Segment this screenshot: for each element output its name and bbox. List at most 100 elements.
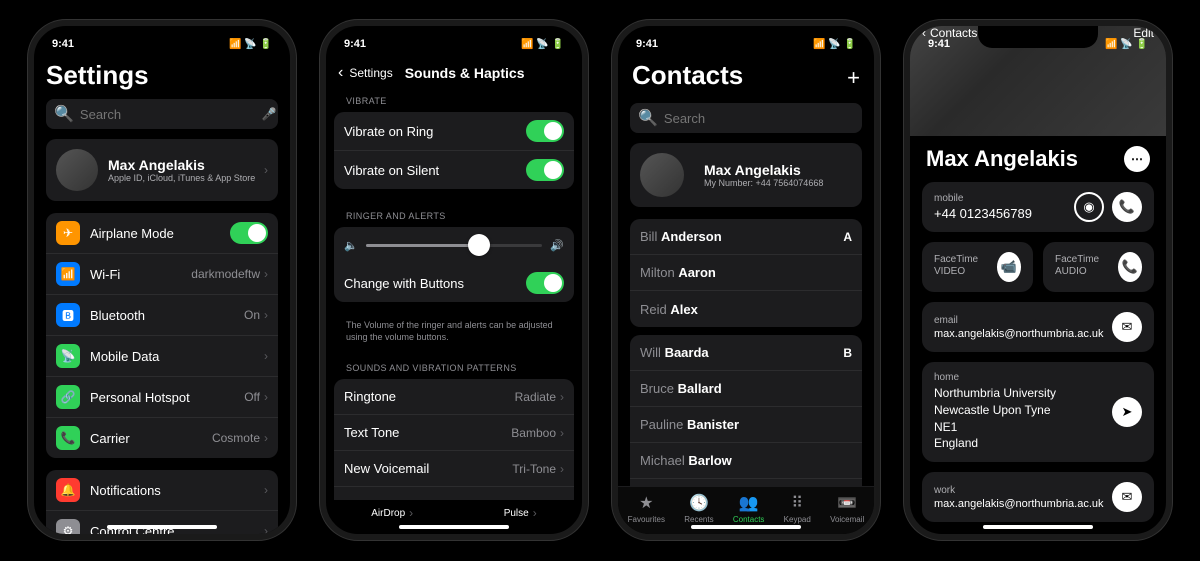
row-label: Mobile Data <box>90 349 264 364</box>
contact-row[interactable]: Michael Barlow <box>630 443 862 479</box>
settings-row[interactable]: 🔔 Notifications › <box>46 470 278 511</box>
tab-keypad[interactable]: ⠿Keypad <box>784 493 811 524</box>
my-card[interactable]: Max Angelakis My Number: +44 7564074668 <box>630 143 862 207</box>
avatar <box>640 153 684 197</box>
navigate-icon[interactable]: ➤ <box>1112 397 1142 427</box>
settings-row[interactable]: New Voicemail Tri-Tone › <box>334 451 574 487</box>
addr-2: NE1 <box>934 419 1112 436</box>
contact-name: Michael Barlow <box>640 453 852 468</box>
row-icon: 📞 <box>56 426 80 450</box>
search-input[interactable] <box>664 111 854 126</box>
search-field[interactable]: 🔍 <box>630 103 862 133</box>
contact-row[interactable]: Will BaardaB <box>630 335 862 371</box>
back-icon[interactable]: ‹ <box>338 64 343 82</box>
contact-row[interactable]: Milton Aaron <box>630 255 862 291</box>
mobile-card[interactable]: mobile +44 0123456789 ◉ 📞 <box>922 182 1154 232</box>
home-card[interactable]: home Northumbria University Newcastle Up… <box>922 362 1154 462</box>
mail-icon[interactable]: ✉ <box>1112 312 1142 342</box>
settings-row[interactable]: ⚙ Control Centre › <box>46 511 278 534</box>
contact-name: Reid Alex <box>640 302 852 317</box>
settings-row[interactable]: ✈ Airplane Mode <box>46 213 278 254</box>
settings-row[interactable]: Text Tone Bamboo › <box>334 415 574 451</box>
volume-slider-row[interactable]: 🔈 🔊 <box>334 227 574 264</box>
facetime-audio-card[interactable]: FaceTime AUDIO 📞 <box>1043 242 1154 292</box>
settings-row[interactable]: Vibrate on Ring <box>334 112 574 151</box>
video-icon[interactable]: 📹 <box>997 252 1021 282</box>
call-icon[interactable]: 📞 <box>1112 192 1142 222</box>
status-indicators: 📶 📡 🔋 <box>1105 39 1148 50</box>
mail-icon[interactable]: ✉ <box>1112 482 1142 512</box>
page-title: Contacts <box>632 60 743 91</box>
addr-1: Newcastle Upon Tyne <box>934 402 1112 419</box>
back-label[interactable]: Settings <box>349 66 392 80</box>
settings-row[interactable]: 🔗 Personal Hotspot Off › <box>46 377 278 418</box>
airdrop-shortcut[interactable]: AirDrop › <box>371 506 413 520</box>
phone-contacts: 9:41 📶 📡 🔋 Contacts + 🔍 Max Angelakis My… <box>612 20 880 540</box>
pulse-shortcut[interactable]: Pulse › <box>504 506 537 520</box>
search-field[interactable]: 🔍 🎤 <box>46 99 278 129</box>
status-time: 9:41 <box>928 38 950 50</box>
chevron-right-icon: › <box>560 462 564 476</box>
volume-slider[interactable] <box>366 244 543 247</box>
home-indicator[interactable] <box>983 525 1093 529</box>
contact-row[interactable]: Pauline Banister <box>630 407 862 443</box>
tab-icon: 👥 <box>739 493 759 513</box>
row-label: Bluetooth <box>90 308 244 323</box>
tab-favourites[interactable]: ★Favourites <box>628 493 665 524</box>
settings-row[interactable]: 📶 Wi-Fi darkmodeftw › <box>46 254 278 295</box>
row-value: Tweet <box>524 498 556 500</box>
toggle[interactable] <box>526 120 564 142</box>
row-label: Personal Hotspot <box>90 390 244 405</box>
toggle[interactable] <box>230 222 268 244</box>
row-label: Text Tone <box>344 425 511 440</box>
search-input[interactable] <box>80 107 256 122</box>
notch <box>686 26 806 48</box>
profile-row[interactable]: Max Angelakis Apple ID, iCloud, iTunes &… <box>46 139 278 201</box>
status-indicators: 📶 📡 🔋 <box>813 39 856 50</box>
settings-row[interactable]: 🅱 Bluetooth On › <box>46 295 278 336</box>
page-title: Settings <box>46 60 278 91</box>
add-contact-button[interactable]: + <box>847 65 860 91</box>
mic-icon[interactable]: 🎤 <box>262 107 277 121</box>
mobile-label: mobile <box>934 193 1032 204</box>
home-indicator[interactable] <box>107 525 217 529</box>
contact-name: Bruce Ballard <box>640 381 852 396</box>
settings-row[interactable]: Tweet Tweet › <box>334 487 574 500</box>
contact-row[interactable]: Alex Bartley <box>630 479 862 486</box>
call-icon[interactable]: 📞 <box>1118 252 1142 282</box>
work-card[interactable]: work max.angelakis@northumbria.ac.uk ✉ <box>922 472 1154 522</box>
home-indicator[interactable] <box>399 525 509 529</box>
settings-row[interactable]: Ringtone Radiate › <box>334 379 574 415</box>
settings-row[interactable]: Change with Buttons <box>334 264 574 302</box>
contact-row[interactable]: Reid Alex <box>630 291 862 327</box>
tab-contacts[interactable]: 👥Contacts <box>733 493 765 524</box>
nav-title: Sounds & Haptics <box>405 65 525 81</box>
my-name: Max Angelakis <box>704 162 823 178</box>
tab-voicemail[interactable]: 📼Voicemail <box>830 493 864 524</box>
email-card[interactable]: email max.angelakis@northumbria.ac.uk ✉ <box>922 302 1154 352</box>
status-time: 9:41 <box>52 38 74 50</box>
settings-row[interactable]: Vibrate on Silent <box>334 151 574 189</box>
contact-name: Max Angelakis <box>926 146 1078 172</box>
tab-icon: 📼 <box>837 493 857 513</box>
contact-row[interactable]: Bill AndersonA <box>630 219 862 255</box>
chevron-right-icon: › <box>560 498 564 500</box>
settings-row[interactable]: 📞 Carrier Cosmote › <box>46 418 278 458</box>
chevron-right-icon: › <box>264 349 268 363</box>
toggle[interactable] <box>526 159 564 181</box>
message-icon[interactable]: ◉ <box>1074 192 1104 222</box>
facetime-video-card[interactable]: FaceTime VIDEO 📹 <box>922 242 1033 292</box>
ft-audio-label: FaceTime AUDIO <box>1055 254 1118 278</box>
settings-row[interactable]: 📡 Mobile Data › <box>46 336 278 377</box>
row-value: Off <box>244 390 260 404</box>
more-button[interactable]: ⋯ <box>1124 146 1150 172</box>
tab-recents[interactable]: 🕓Recents <box>684 493 713 524</box>
toggle[interactable] <box>526 272 564 294</box>
row-label: Airplane Mode <box>90 226 230 241</box>
work-label: work <box>934 485 1104 496</box>
tab-icon: ⠿ <box>791 493 803 513</box>
row-icon: ⚙ <box>56 519 80 534</box>
contact-row[interactable]: Bruce Ballard <box>630 371 862 407</box>
group-header: VIBRATE <box>334 86 574 112</box>
home-indicator[interactable] <box>691 525 801 529</box>
